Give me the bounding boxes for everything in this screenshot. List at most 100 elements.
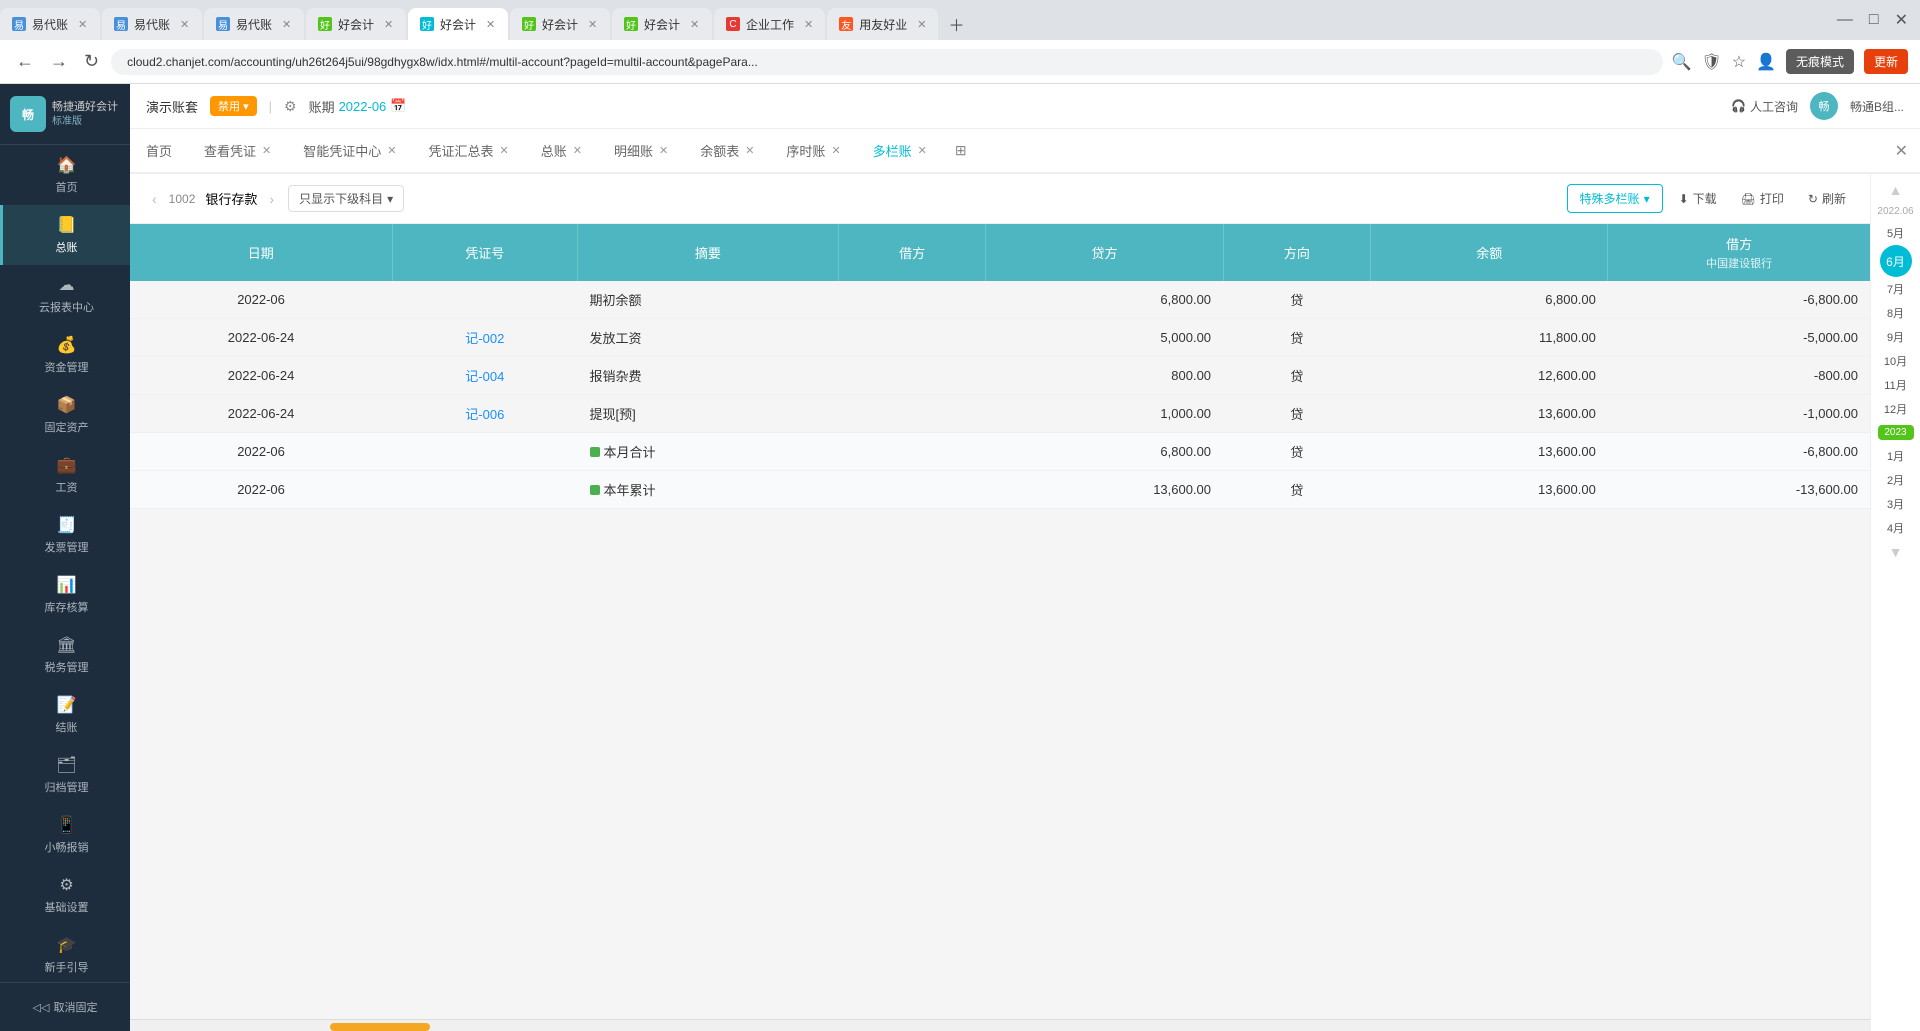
help-button[interactable]: 🎧 人工咨询 — [1731, 98, 1798, 115]
cell-voucher[interactable]: 记-004 — [392, 357, 577, 395]
timeline-month-5[interactable]: 5月 — [1878, 221, 1914, 245]
voucher-link[interactable]: 记-002 — [465, 331, 504, 346]
browser-tab-3[interactable]: 易 易代账 ✕ — [204, 8, 304, 40]
sidebar-item-tax[interactable]: 🏛 税务管理 — [0, 625, 130, 685]
user-name[interactable]: 畅通B组... — [1850, 98, 1904, 115]
sidebar-item-cloud-report[interactable]: ☁ 云报表中心 — [0, 265, 130, 325]
page-tab-home[interactable]: 首页 — [130, 129, 188, 174]
user-avatar[interactable]: 畅 — [1810, 92, 1838, 120]
sidebar-item-guide[interactable]: 🎓 新手引导 — [0, 925, 130, 982]
print-button[interactable]: 🖨 打印 — [1733, 185, 1792, 212]
sidebar-item-ledger[interactable]: 📒 总账 — [0, 205, 130, 265]
subject-filter-dropdown[interactable]: 只显示下级科目 ▾ — [288, 185, 404, 212]
address-bar[interactable]: cloud2.chanjet.com/accounting/uh26t264j5… — [111, 49, 1663, 75]
timeline-month-2[interactable]: 2月 — [1878, 468, 1914, 492]
tab-close-detail[interactable]: ✕ — [659, 144, 668, 157]
timeline-month-9[interactable]: 9月 — [1878, 325, 1914, 349]
sidebar-item-expense[interactable]: 📱 小畅报销 — [0, 805, 130, 865]
page-tab-voucher[interactable]: 查看凭证 ✕ — [188, 129, 287, 174]
browser-tab-6[interactable]: 好 好会计 ✕ — [510, 8, 610, 40]
demo-badge[interactable]: 禁用 ▾ — [210, 96, 257, 116]
timeline-month-12[interactable]: 12月 — [1878, 397, 1914, 421]
sidebar-item-assets[interactable]: 📦 固定资产 — [0, 385, 130, 445]
timeline-month-8[interactable]: 8月 — [1878, 301, 1914, 325]
browser-tab-2[interactable]: 易 易代账 ✕ — [102, 8, 202, 40]
page-tab-sequence[interactable]: 序时账 ✕ — [770, 129, 856, 174]
page-tab-general[interactable]: 总账 ✕ — [525, 129, 598, 174]
page-tab-detail[interactable]: 明细账 ✕ — [598, 129, 684, 174]
tab-close-4[interactable]: ✕ — [384, 18, 393, 31]
star-icon[interactable]: ☆ — [1732, 52, 1746, 72]
tab-close-balance[interactable]: ✕ — [745, 144, 754, 157]
browser-tab-1[interactable]: 易 易代账 ✕ — [0, 8, 100, 40]
back-button[interactable]: ← — [12, 47, 38, 76]
timeline-month-6[interactable]: 6月 — [1880, 245, 1912, 277]
maximize-button[interactable]: □ — [1869, 11, 1879, 29]
timeline-month-4[interactable]: 4月 — [1878, 516, 1914, 540]
sidebar-item-settlement[interactable]: 📝 结账 — [0, 685, 130, 745]
refresh-button[interactable]: ↻ 刷新 — [1800, 185, 1854, 212]
close-button[interactable]: ✕ — [1895, 10, 1908, 30]
tab-close-3[interactable]: ✕ — [282, 18, 291, 31]
forward-button[interactable]: → — [46, 47, 72, 76]
tab-close-8[interactable]: ✕ — [804, 18, 813, 31]
tab-close-1[interactable]: ✕ — [78, 18, 87, 31]
voucher-link[interactable]: 记-004 — [465, 369, 504, 384]
profile-icon[interactable]: 👤 — [1756, 52, 1776, 72]
tab-expand-button[interactable]: ⊞ — [943, 142, 979, 159]
tab-close-7[interactable]: ✕ — [690, 18, 699, 31]
timeline-month-10[interactable]: 10月 — [1878, 349, 1914, 373]
pin-button[interactable]: ◁◁ 取消固定 — [6, 993, 124, 1021]
scroll-thumb[interactable] — [330, 1023, 430, 1031]
voucher-link[interactable]: 记-006 — [465, 407, 504, 422]
special-columns-button[interactable]: 特殊多栏账 ▾ — [1567, 184, 1663, 213]
tab-close-summary[interactable]: ✕ — [500, 144, 509, 157]
tab-close-smart[interactable]: ✕ — [387, 144, 396, 157]
tab-close-5[interactable]: ✕ — [486, 18, 495, 31]
subject-next-button[interactable]: › — [263, 189, 280, 209]
page-tab-multi[interactable]: 多栏账 ✕ — [857, 129, 943, 174]
sidebar-item-funds[interactable]: 💰 资金管理 — [0, 325, 130, 385]
tab-close-2[interactable]: ✕ — [180, 18, 189, 31]
timeline-scroll-down[interactable]: ▼ — [1885, 540, 1907, 564]
tab-nav-close-button[interactable]: ✕ — [1883, 141, 1920, 161]
browser-tab-5[interactable]: 好 好会计 ✕ — [408, 8, 508, 40]
browser-tab-4[interactable]: 好 好会计 ✕ — [306, 8, 406, 40]
page-tab-summary[interactable]: 凭证汇总表 ✕ — [412, 129, 524, 174]
sidebar-item-settings[interactable]: ⚙ 基础设置 — [0, 865, 130, 925]
browser-tab-8[interactable]: C 企业工作 ✕ — [714, 8, 825, 40]
period-selector[interactable]: 账期 2022-06 📅 — [309, 97, 407, 116]
tab-close-voucher[interactable]: ✕ — [262, 144, 271, 157]
subject-prev-button[interactable]: ‹ — [146, 189, 163, 209]
tab-close-6[interactable]: ✕ — [588, 18, 597, 31]
timeline-month-1[interactable]: 1月 — [1878, 444, 1914, 468]
minimize-button[interactable]: — — [1837, 11, 1853, 29]
incognito-button[interactable]: 无痕模式 — [1786, 49, 1854, 74]
timeline-month-11[interactable]: 11月 — [1878, 373, 1914, 397]
sidebar-item-inventory[interactable]: 📊 库存核算 — [0, 565, 130, 625]
browser-tab-9[interactable]: 友 用友好业 ✕ — [827, 8, 938, 40]
sidebar-item-invoice[interactable]: 🧾 发票管理 — [0, 505, 130, 565]
tab-close-general[interactable]: ✕ — [573, 144, 582, 157]
tab-close-multi[interactable]: ✕ — [918, 144, 927, 157]
browser-tab-7[interactable]: 好 好会计 ✕ — [612, 8, 712, 40]
timeline-scroll-up[interactable]: ▲ — [1885, 178, 1907, 202]
download-button[interactable]: ⬇ 下载 — [1671, 185, 1725, 212]
search-icon[interactable]: 🔍 — [1671, 52, 1691, 72]
cell-voucher[interactable]: 记-006 — [392, 395, 577, 433]
sidebar-item-home[interactable]: 🏠 首页 — [0, 145, 130, 205]
tab-close-sequence[interactable]: ✕ — [831, 144, 840, 157]
reload-button[interactable]: ↻ — [80, 47, 103, 76]
update-button[interactable]: 更新 — [1864, 49, 1908, 74]
cell-voucher[interactable]: 记-002 — [392, 319, 577, 357]
page-tab-smart-voucher[interactable]: 智能凭证中心 ✕ — [287, 129, 412, 174]
settings-gear-icon[interactable]: ⚙ — [284, 98, 297, 115]
new-tab-button[interactable]: ＋ — [940, 8, 972, 40]
sidebar-item-archive[interactable]: 🗂 归档管理 — [0, 745, 130, 805]
page-tab-balance[interactable]: 余额表 ✕ — [684, 129, 770, 174]
sidebar-item-salary[interactable]: 💼 工资 — [0, 445, 130, 505]
timeline-month-3[interactable]: 3月 — [1878, 492, 1914, 516]
timeline-month-7[interactable]: 7月 — [1878, 277, 1914, 301]
tab-close-9[interactable]: ✕ — [917, 18, 926, 31]
horizontal-scrollbar[interactable] — [130, 1019, 1870, 1031]
